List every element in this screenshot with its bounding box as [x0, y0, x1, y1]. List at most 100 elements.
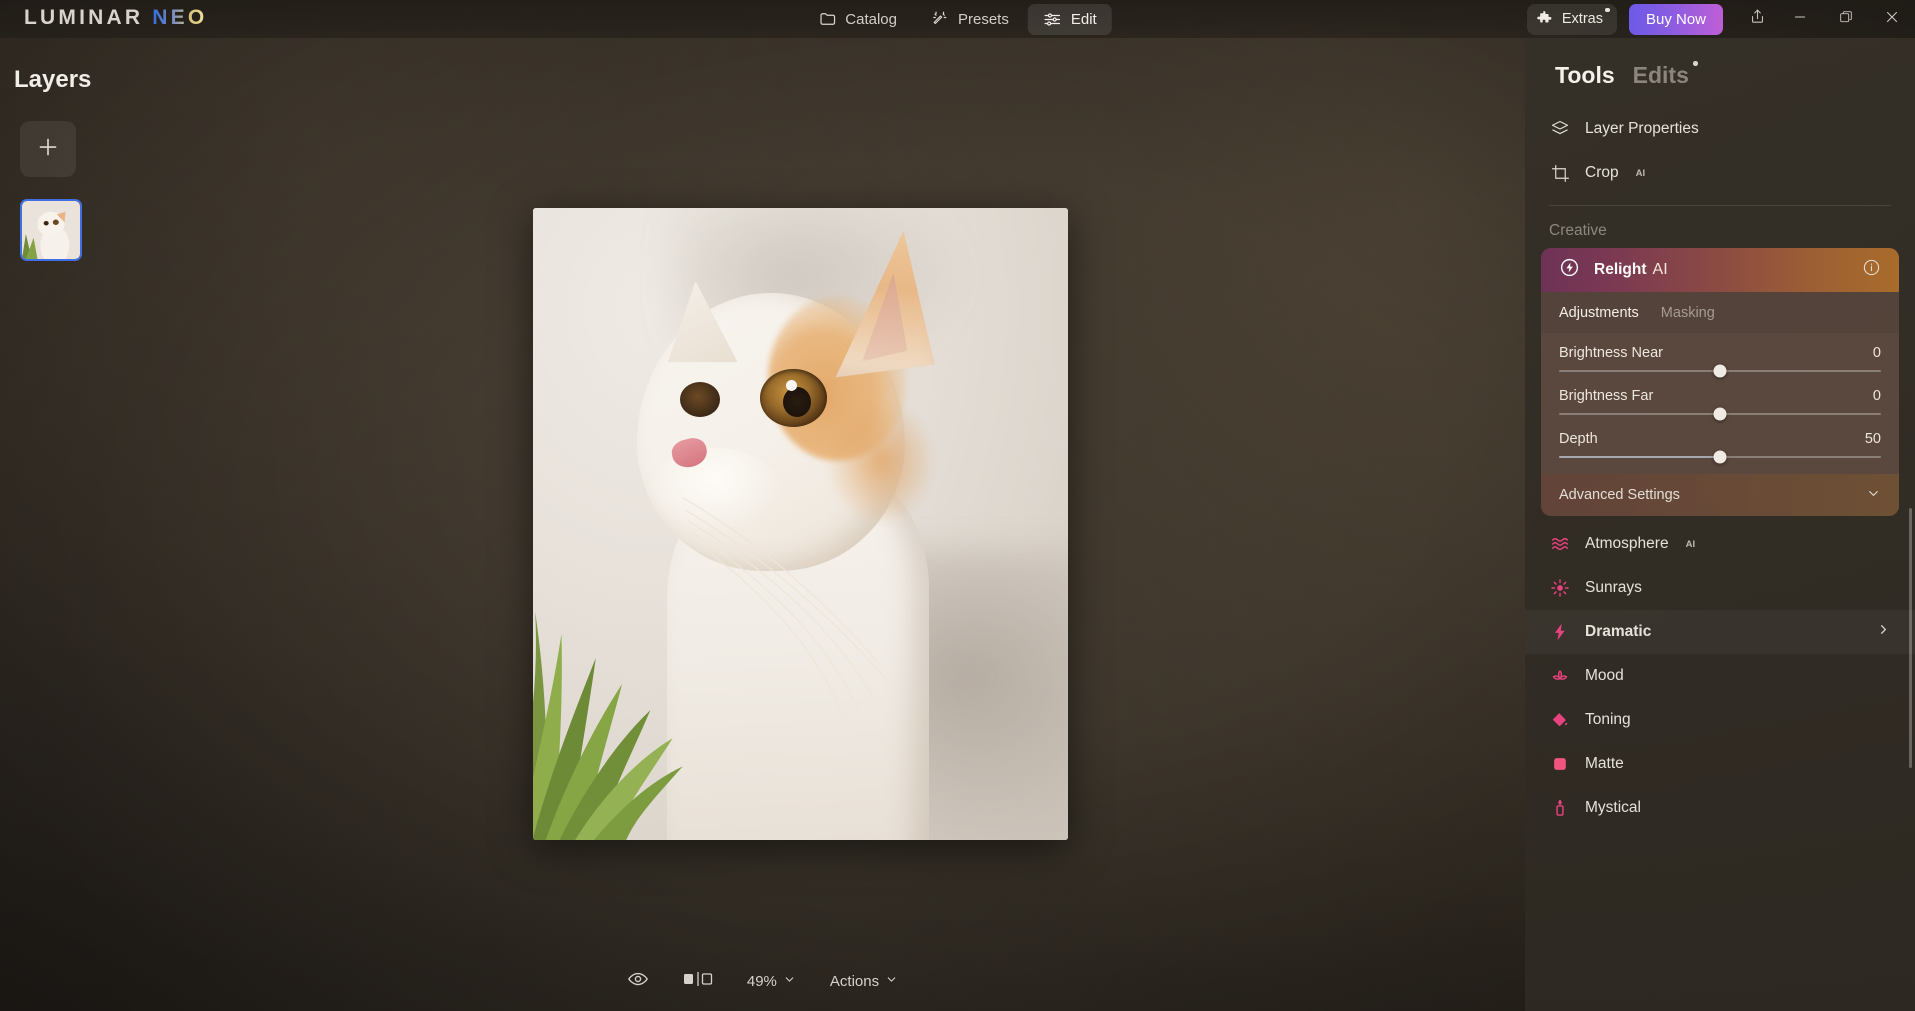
- slider-depth: Depth 50: [1559, 431, 1881, 464]
- nav-tab-edit-label: Edit: [1070, 10, 1097, 28]
- relight-tool-card: Relight AI Adjustments Masking Brightnes…: [1541, 248, 1899, 516]
- logo-accent-text: NEO: [152, 6, 208, 29]
- tool-item-toning[interactable]: Toning: [1525, 698, 1915, 742]
- layers-panel-title: Layers: [14, 66, 92, 93]
- tool-item-atmosphere-label: Atmosphere: [1585, 535, 1669, 552]
- tool-item-mystical-label: Mystical: [1585, 799, 1641, 816]
- before-after-compare-button[interactable]: [683, 971, 713, 991]
- relight-bolt-icon: [1559, 257, 1580, 283]
- slider-brightness-near-track[interactable]: [1559, 364, 1881, 378]
- nav-tab-presets[interactable]: Presets: [916, 4, 1024, 34]
- tab-edits-label: Edits: [1632, 62, 1689, 88]
- tool-item-atmosphere[interactable]: Atmosphere AI: [1525, 522, 1915, 566]
- maximize-icon: [1838, 9, 1854, 30]
- slider-brightness-near: Brightness Near 0: [1559, 345, 1881, 378]
- crop-icon: [1549, 164, 1571, 183]
- slider-brightness-near-label: Brightness Near: [1559, 345, 1663, 361]
- tool-item-dramatic[interactable]: Dramatic: [1525, 610, 1915, 654]
- relight-tool-label: Relight: [1594, 261, 1647, 278]
- minimize-icon: [1792, 9, 1808, 30]
- tool-item-crop-label: Crop: [1585, 164, 1619, 181]
- maximize-button[interactable]: [1823, 0, 1869, 38]
- cat-photo-image: [533, 208, 1068, 840]
- tools-panel-scrollbar[interactable]: [1909, 508, 1912, 768]
- tool-item-mystical[interactable]: Mystical: [1525, 786, 1915, 830]
- close-icon: [1883, 8, 1901, 31]
- extras-button[interactable]: Extras: [1526, 3, 1617, 35]
- tool-item-sunrays[interactable]: Sunrays: [1525, 566, 1915, 610]
- dramatic-bolt-icon: [1549, 622, 1571, 642]
- window-controls-group: Extras Buy Now: [1526, 0, 1915, 38]
- tool-item-matte-label: Matte: [1585, 755, 1624, 772]
- share-icon: [1749, 8, 1766, 30]
- share-button[interactable]: [1737, 0, 1777, 38]
- plus-icon: [35, 134, 61, 165]
- minimize-button[interactable]: [1777, 0, 1823, 38]
- chevron-down-icon: [885, 973, 898, 990]
- tool-item-mood-label: Mood: [1585, 667, 1624, 684]
- chevron-down-icon: [783, 973, 796, 990]
- tab-edits[interactable]: Edits: [1632, 61, 1698, 89]
- puzzle-piece-icon: [1537, 9, 1554, 30]
- magic-wand-icon: [931, 10, 949, 28]
- tool-item-crop[interactable]: Crop AI: [1525, 151, 1915, 195]
- tool-item-matte[interactable]: Matte: [1525, 742, 1915, 786]
- slider-brightness-far-label: Brightness Far: [1559, 388, 1654, 404]
- atmosphere-ai-badge: AI: [1685, 538, 1696, 550]
- bottom-toolbar: 49% Actions: [0, 951, 1525, 1011]
- chevron-right-icon[interactable]: [1876, 622, 1891, 642]
- slider-depth-label: Depth: [1559, 431, 1598, 447]
- sliders-icon: [1043, 10, 1062, 29]
- nav-tab-edit[interactable]: Edit: [1027, 3, 1112, 35]
- extras-badge-dot: [1605, 7, 1610, 12]
- before-after-compare-icon: [683, 971, 713, 991]
- slider-depth-value: 50: [1864, 431, 1881, 447]
- slider-depth-knob[interactable]: [1713, 450, 1727, 464]
- slider-brightness-near-knob[interactable]: [1713, 364, 1727, 378]
- mystical-candle-icon: [1549, 798, 1571, 818]
- advanced-settings-label: Advanced Settings: [1559, 487, 1680, 503]
- info-icon[interactable]: [1862, 258, 1881, 282]
- toggle-visibility-button[interactable]: [627, 968, 649, 994]
- chevron-down-icon: [1866, 486, 1881, 505]
- slider-brightness-near-value: 0: [1872, 345, 1881, 361]
- relight-ai-badge: AI: [1652, 261, 1668, 278]
- close-button[interactable]: [1869, 0, 1915, 38]
- slider-depth-track[interactable]: [1559, 450, 1881, 464]
- zoom-level-dropdown[interactable]: 49%: [747, 973, 796, 990]
- tool-item-dramatic-label: Dramatic: [1585, 623, 1652, 640]
- top-navigation: Catalog Presets Edit: [803, 3, 1112, 35]
- subtab-adjustments[interactable]: Adjustments: [1559, 305, 1639, 321]
- tab-tools-label: Tools: [1555, 62, 1615, 88]
- mood-lotus-icon: [1549, 666, 1571, 686]
- buy-now-button[interactable]: Buy Now: [1628, 3, 1723, 35]
- nav-tab-presets-label: Presets: [957, 10, 1009, 28]
- relight-tool-body: Adjustments Masking Brightness Near 0 Br…: [1541, 292, 1899, 516]
- layer-thumbnail-item[interactable]: [20, 199, 82, 261]
- tools-panel-tabs: Tools Edits: [1525, 38, 1915, 93]
- slider-brightness-far-knob[interactable]: [1713, 407, 1727, 421]
- tool-item-layer-properties[interactable]: Layer Properties: [1525, 107, 1915, 151]
- canvas-photo-container[interactable]: [533, 208, 1068, 840]
- slider-brightness-far-value: 0: [1872, 388, 1881, 404]
- luminar-neo-window: LUMINAR NEO Catalog Presets Edit Extras …: [0, 0, 1915, 1011]
- slider-brightness-far: Brightness Far 0: [1559, 388, 1881, 421]
- extras-label: Extras: [1561, 11, 1603, 27]
- tool-item-mood[interactable]: Mood: [1525, 654, 1915, 698]
- actions-dropdown[interactable]: Actions: [830, 973, 898, 990]
- tool-item-toning-label: Toning: [1585, 711, 1631, 728]
- edits-badge-dot: [1693, 61, 1698, 66]
- relight-tool-header[interactable]: Relight AI: [1541, 248, 1899, 292]
- relight-subtabs: Adjustments Masking: [1541, 292, 1899, 333]
- slider-brightness-far-track[interactable]: [1559, 407, 1881, 421]
- top-bar: LUMINAR NEO Catalog Presets Edit Extras …: [0, 0, 1915, 38]
- nav-tab-catalog[interactable]: Catalog: [803, 4, 912, 34]
- add-layer-button[interactable]: [20, 121, 76, 177]
- subtab-masking[interactable]: Masking: [1661, 305, 1715, 321]
- tool-item-sunrays-label: Sunrays: [1585, 579, 1642, 596]
- tools-panel: Tools Edits Layer Properties Crop AI Cre…: [1525, 38, 1915, 1011]
- relight-sliders: Brightness Near 0 Brightness Far 0 Depth…: [1541, 333, 1899, 474]
- advanced-settings-row[interactable]: Advanced Settings: [1541, 474, 1899, 516]
- logo-primary-text: LUMINAR: [24, 6, 144, 29]
- tab-tools[interactable]: Tools: [1555, 62, 1615, 89]
